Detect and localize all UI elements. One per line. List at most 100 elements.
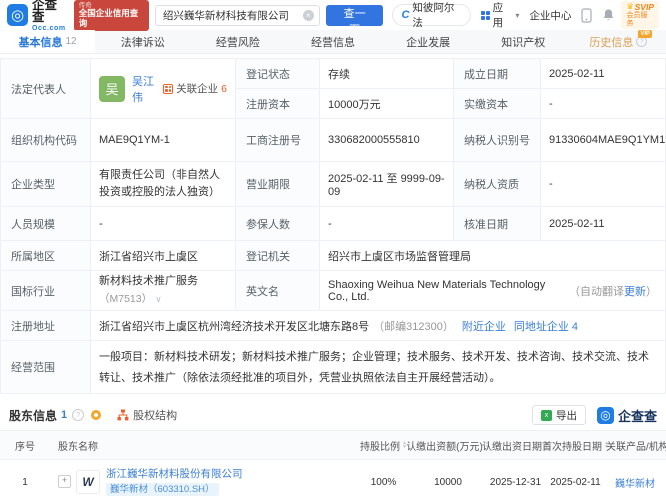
staff-size-label: 人员规模 <box>1 207 91 241</box>
nearby-companies-link[interactable]: 附近企业 <box>462 318 506 334</box>
qcc-watermark: ◎ 企查查 <box>596 406 657 425</box>
address-value: 浙江省绍兴市上虞区杭州湾经济技术开发区北塘东路8号 （邮编312300） 附近企… <box>91 311 666 341</box>
chevron-down-icon: ▾ <box>515 10 520 20</box>
qcc-logo[interactable]: ◎ 企查查 Qcc.com <box>7 0 68 32</box>
reg-capital-value: 10000万元 <box>320 89 454 119</box>
mobile-app-icon[interactable] <box>581 7 593 23</box>
related-companies-icon <box>163 83 174 94</box>
help-icon[interactable]: ? <box>72 409 85 421</box>
est-date-value: 2025-02-11 <box>541 59 666 89</box>
clear-search-icon[interactable]: × <box>302 9 314 21</box>
tab-history-info[interactable]: 历史信息 VIP ? <box>571 30 666 53</box>
apps-grid-icon <box>481 10 490 20</box>
basic-info-table: 法定代表人 吴 吴江伟 关联企业 6 登记状态 存续 成立日期 2025-02-… <box>0 58 666 394</box>
zhibi-alpha-icon: C <box>401 9 410 21</box>
amount-value: 10000 <box>434 476 462 488</box>
apps-menu[interactable]: 应用 ▾ <box>481 0 519 30</box>
col-subscribe-date[interactable]: 认缴出资日期 ▲ ▼ <box>482 438 549 453</box>
approval-date-value: 2025-02-11 <box>541 207 666 241</box>
scope-label: 经营范围 <box>1 341 91 394</box>
shareholders-title: 股东信息 <box>9 408 58 423</box>
medal-icon <box>91 410 102 420</box>
tab-operating-info[interactable]: 经营信息 <box>285 30 380 53</box>
qcc-watermark-icon: ◎ <box>596 406 614 424</box>
company-logo: W <box>76 469 100 494</box>
search-input[interactable] <box>160 8 303 22</box>
biz-term-value: 2025-02-11 至 9999-09-09 <box>320 162 454 207</box>
reg-authority-value: 绍兴市上虞区市场监督管理局 <box>320 241 666 271</box>
expand-icon[interactable]: + <box>58 475 71 489</box>
col-related: 关联产品/机构 <box>606 441 666 453</box>
row-no: 1 <box>22 476 28 488</box>
translate-update-link[interactable]: 更新 <box>624 286 646 298</box>
postal-code: （邮编312300） <box>373 320 454 333</box>
biz-reg-no-value: 330682000555810 <box>320 119 454 162</box>
address-label: 注册地址 <box>1 311 91 341</box>
notification-bell-icon[interactable] <box>602 8 615 22</box>
legal-rep-label: 法定代表人 <box>1 59 91 119</box>
english-name-label: 英文名 <box>236 271 320 311</box>
legal-rep-value: 吴 吴江伟 关联企业 6 <box>91 59 236 119</box>
qcc-logo-text: 企查查 <box>31 0 57 24</box>
region-label: 所属地区 <box>1 241 91 271</box>
legal-rep-name-link[interactable]: 吴江伟 <box>132 73 155 105</box>
reg-status-value: 存续 <box>320 59 454 89</box>
equity-structure-link[interactable]: 股权结构 <box>117 407 177 423</box>
approval-date-label: 核准日期 <box>454 207 541 241</box>
zhibi-alpha-link[interactable]: C 知彼阿尔法 <box>392 2 472 29</box>
tab-operating-risk[interactable]: 经营风险 <box>190 30 285 53</box>
search-button[interactable]: 查一下 <box>325 4 384 36</box>
tab-basic-info[interactable]: 基本信息 12 <box>0 30 96 53</box>
col-first-hold-date[interactable]: 首次持股日期 ▲ ▼ <box>542 438 609 453</box>
same-address-companies-link[interactable]: 同地址企业 4 <box>514 318 578 334</box>
slogan-banner: 传奇 全国企业信用查询 <box>73 0 149 31</box>
col-ratio[interactable]: 持股比例 ▲ ▼ <box>355 438 412 453</box>
industry-value: 新材料技术推广服务 （M7513） ∨ <box>91 271 236 311</box>
region-value: 浙江省绍兴市上虞区 <box>91 241 236 271</box>
shareholders-count: 1 <box>61 409 68 421</box>
insured-count-value: - <box>320 207 454 241</box>
first-hold-date-value: 2025-02-11 <box>550 476 601 488</box>
tab-basic-count: 12 <box>65 36 77 47</box>
chevron-down-icon[interactable]: ∨ <box>155 294 162 304</box>
paid-capital-value: - <box>541 89 666 119</box>
subscribe-date-value: 2025-12-31 <box>489 476 542 488</box>
shareholder-name-cell: + W 浙江巍华新材料股份有限公司 巍华新材（603310.SH） <box>50 468 355 496</box>
vip-badge: VIP <box>638 30 652 38</box>
crown-icon: ♛ <box>626 1 634 11</box>
tab-bar: 基本信息 12 法律诉讼 经营风险 经营信息 企业发展 知识产权 历史信息 VI… <box>0 30 666 54</box>
staff-size-value: - <box>91 207 236 241</box>
stock-ticker-tag[interactable]: 巍华新材（603310.SH） <box>106 482 219 496</box>
taxpayer-qual-value: - <box>541 162 666 207</box>
shareholder-company-link[interactable]: 浙江巍华新材料股份有限公司 <box>106 468 243 481</box>
tab-company-development[interactable]: 企业发展 <box>381 30 476 53</box>
col-amount[interactable]: 认缴出资额(万元) ▲ ▼ <box>406 438 490 453</box>
svip-label: SVIP <box>634 1 654 12</box>
company-type-label: 企业类型 <box>1 162 91 207</box>
tab-legal-proceedings[interactable]: 法律诉讼 <box>95 30 190 53</box>
col-no: 序号 <box>15 441 35 453</box>
col-shareholder-name: 股东名称 <box>58 441 98 453</box>
enterprise-center-link[interactable]: 企业中心 <box>529 8 571 23</box>
est-date-label: 成立日期 <box>454 59 541 89</box>
avatar: 吴 <box>99 75 125 102</box>
insured-count-label: 参保人数 <box>236 207 320 241</box>
tab-intellectual-property[interactable]: 知识产权 <box>476 30 571 53</box>
reg-status-label: 登记状态 <box>236 59 320 89</box>
company-type-value: 有限责任公司（非自然人投资或控股的法人独资） <box>91 162 236 207</box>
zhibi-alpha-label: 知彼阿尔法 <box>412 2 455 29</box>
table-row: 1 + W 浙江巍华新材料股份有限公司 巍华新材（603310.SH） 100%… <box>0 460 666 500</box>
related-companies-link[interactable]: 关联企业 6 <box>163 81 227 96</box>
org-code-value: MAE9Q1YM-1 <box>91 119 236 162</box>
shareholders-header: 股东信息 1 ? 股权结构 x 导出 ◎ 企查查 <box>0 400 666 430</box>
svip-badge[interactable]: ♛ SVIP 会员服务 <box>621 0 659 30</box>
industry-code: （M7513） <box>99 292 153 305</box>
shareholders-table: 序号 股东名称 持股比例 ▲ ▼ 认缴出资额(万元) ▲ ▼ 认缴出资日期 ▲ ▼ 首次持股… <box>0 430 666 500</box>
related-product-link[interactable]: 巍华新材 <box>615 475 655 490</box>
english-name-value: Shaoxing Weihua New Materials Technology… <box>320 271 666 311</box>
biz-reg-no-label: 工商注册号 <box>236 119 320 162</box>
ratio-value: 100% <box>370 476 397 488</box>
export-button[interactable]: x 导出 <box>531 405 586 425</box>
top-header: ◎ 企查查 Qcc.com 传奇 全国企业信用查询 × 查一下 C 知彼阿尔法 … <box>0 0 666 36</box>
tax-id-value: 91330604MAE9Q1YM12 <box>541 119 666 162</box>
